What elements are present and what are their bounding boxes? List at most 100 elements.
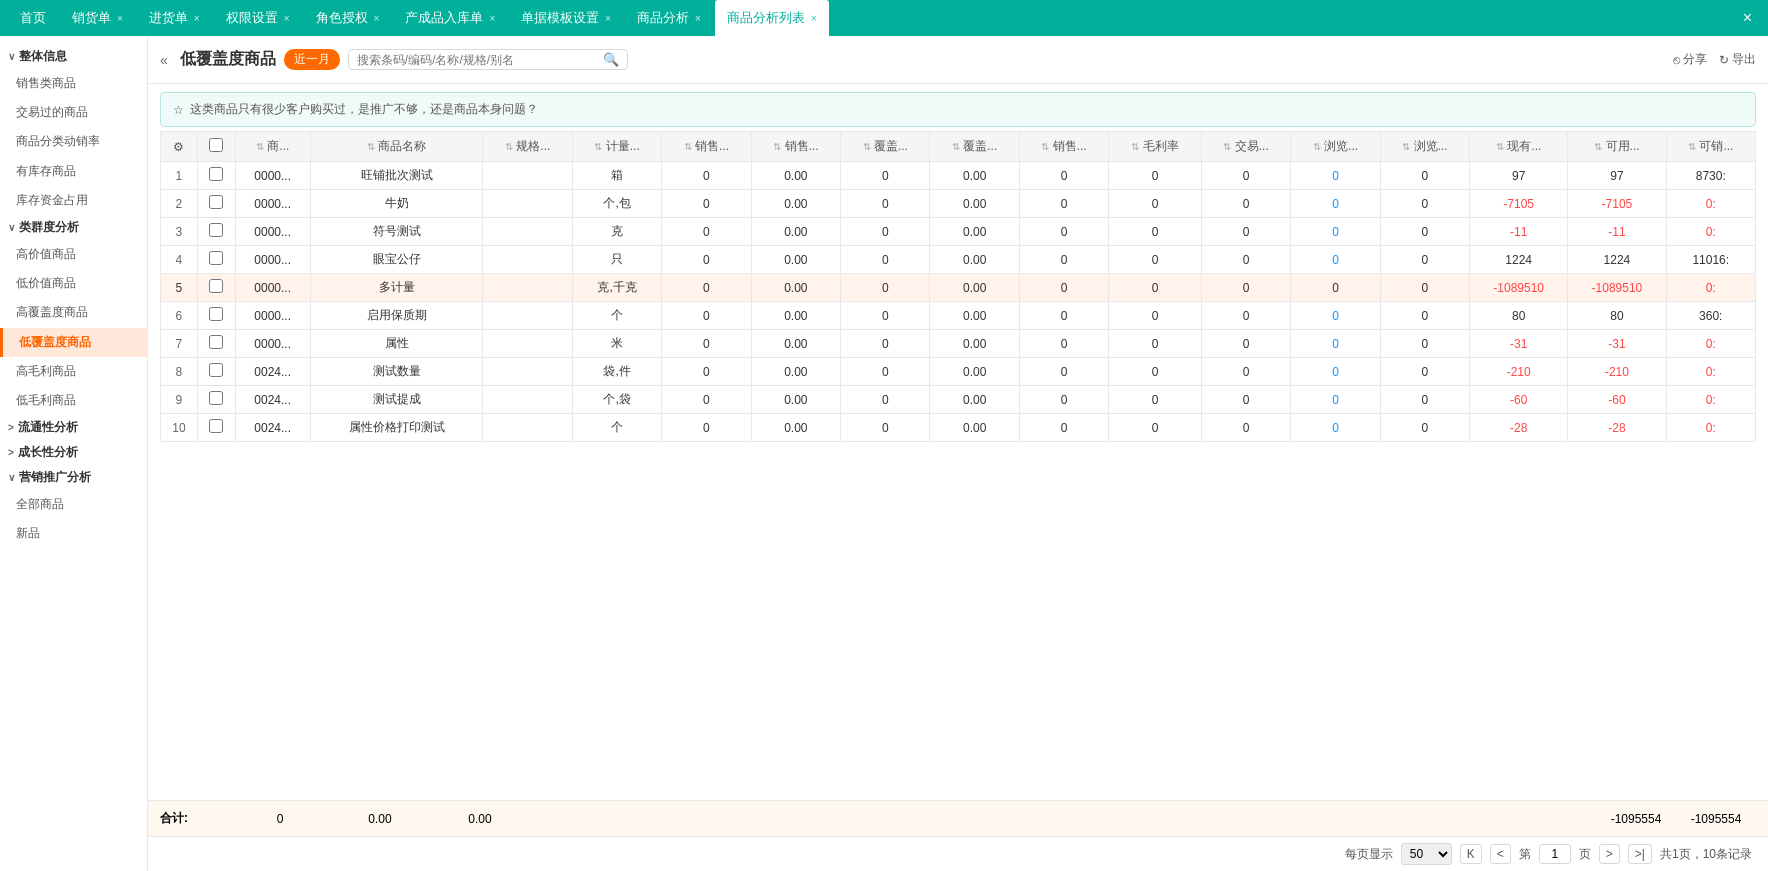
sidebar-item-全部商品[interactable]: 全部商品 xyxy=(0,490,147,519)
nav-tab-单据模板设置[interactable]: 单据模板设置× xyxy=(509,0,623,36)
sidebar-item-低毛利商品[interactable]: 低毛利商品 xyxy=(0,386,147,415)
row-checkbox[interactable] xyxy=(209,391,223,405)
period-button[interactable]: 近一月 xyxy=(284,49,340,70)
row-checkbox[interactable] xyxy=(209,167,223,181)
row-sellable: 0: xyxy=(1666,386,1755,414)
row-current-stock: -28 xyxy=(1470,414,1568,442)
row-trade: 0 xyxy=(1201,414,1290,442)
row-sales-qty: 0 xyxy=(662,414,751,442)
sidebar-item-低价值商品[interactable]: 低价值商品 xyxy=(0,269,147,298)
row-checkbox[interactable] xyxy=(209,419,223,433)
row-checkbox[interactable] xyxy=(197,414,235,442)
nav-tab-商品分析列表[interactable]: 商品分析列表× xyxy=(715,0,829,36)
row-unit: 个 xyxy=(572,302,661,330)
row-checkbox[interactable] xyxy=(209,279,223,293)
nav-tab-close-权限设置[interactable]: × xyxy=(284,13,290,24)
nav-tab-close-进货单[interactable]: × xyxy=(194,13,200,24)
nav-tab-close-角色授权[interactable]: × xyxy=(374,13,380,24)
row-current-stock: -210 xyxy=(1470,358,1568,386)
row-checkbox[interactable] xyxy=(209,335,223,349)
row-checkbox[interactable] xyxy=(197,162,235,190)
row-browse2: 0 xyxy=(1380,302,1469,330)
export-button[interactable]: ↻ 导出 xyxy=(1719,51,1756,68)
table-container[interactable]: ⚙⇅ 商...⇅ 商品名称⇅ 规格...⇅ 计量...⇅ 销售...⇅ 销售..… xyxy=(148,131,1768,800)
nav-tab-close-单据模板设置[interactable]: × xyxy=(605,13,611,24)
row-checkbox[interactable] xyxy=(197,358,235,386)
row-spec xyxy=(483,190,572,218)
row-sales-amt: 0.00 xyxy=(751,302,840,330)
row-checkbox[interactable] xyxy=(209,251,223,265)
nav-tab-权限设置[interactable]: 权限设置× xyxy=(214,0,302,36)
row-checkbox[interactable] xyxy=(197,302,235,330)
sidebar-section-0[interactable]: ∨整体信息 xyxy=(0,44,147,69)
row-num: 6 xyxy=(161,302,198,330)
row-current-stock: 97 xyxy=(1470,162,1568,190)
sidebar-item-库存资金占用[interactable]: 库存资金占用 xyxy=(0,186,147,215)
row-checkbox[interactable] xyxy=(197,190,235,218)
select-all-checkbox[interactable] xyxy=(209,138,223,152)
row-browse2: 0 xyxy=(1380,162,1469,190)
share-icon: ⎋ xyxy=(1673,53,1680,67)
nav-tab-close-销货单[interactable]: × xyxy=(117,13,123,24)
col-header-settings[interactable]: ⚙ xyxy=(161,132,198,162)
sidebar-section-1[interactable]: ∨类群度分析 xyxy=(0,215,147,240)
row-unit: 克 xyxy=(572,218,661,246)
row-checkbox[interactable] xyxy=(197,274,235,302)
per-page-select[interactable]: 2050100200 xyxy=(1401,843,1452,865)
row-code: 0000... xyxy=(235,274,310,302)
search-input[interactable] xyxy=(357,53,599,67)
nav-tab-产成品入库单[interactable]: 产成品入库单× xyxy=(393,0,507,36)
sidebar-item-有库存商品[interactable]: 有库存商品 xyxy=(0,157,147,186)
row-name: 眼宝公仔 xyxy=(310,246,483,274)
row-gross-margin: 0 xyxy=(1109,162,1202,190)
sidebar-item-商品分类动销率[interactable]: 商品分类动销率 xyxy=(0,127,147,156)
row-checkbox[interactable] xyxy=(209,307,223,321)
nav-tab-close-产成品入库单[interactable]: × xyxy=(489,13,495,24)
row-checkbox[interactable] xyxy=(197,246,235,274)
sidebar-item-高覆盖度商品[interactable]: 高覆盖度商品 xyxy=(0,298,147,327)
sidebar-item-低覆盖度商品[interactable]: 低覆盖度商品 xyxy=(0,328,147,357)
row-available: -210 xyxy=(1568,358,1666,386)
sidebar-section-label-3: 成长性分析 xyxy=(18,444,78,461)
row-coverage2: 0.00 xyxy=(930,162,1019,190)
row-sellable: 0: xyxy=(1666,330,1755,358)
nav-tab-close-商品分析列表[interactable]: × xyxy=(811,13,817,24)
row-checkbox[interactable] xyxy=(197,330,235,358)
row-checkbox[interactable] xyxy=(209,363,223,377)
sidebar-item-高价值商品[interactable]: 高价值商品 xyxy=(0,240,147,269)
row-trade: 0 xyxy=(1201,358,1290,386)
sidebar-item-销售类商品[interactable]: 销售类商品 xyxy=(0,69,147,98)
sidebar-item-交易过的商品[interactable]: 交易过的商品 xyxy=(0,98,147,127)
row-checkbox[interactable] xyxy=(209,223,223,237)
close-all-button[interactable]: × xyxy=(1735,9,1760,27)
next-page-button[interactable]: > xyxy=(1599,844,1620,864)
row-current-stock: -31 xyxy=(1470,330,1568,358)
row-code: 0024... xyxy=(235,414,310,442)
nav-tab-首页[interactable]: 首页 xyxy=(8,0,58,36)
col-header-trade: ⇅ 交易... xyxy=(1201,132,1290,162)
nav-tab-销货单[interactable]: 销货单× xyxy=(60,0,135,36)
sidebar-section-arrow-4: ∨ xyxy=(8,472,15,483)
current-page-input[interactable] xyxy=(1539,844,1571,864)
nav-tab-角色授权[interactable]: 角色授权× xyxy=(304,0,392,36)
nav-tab-商品分析[interactable]: 商品分析× xyxy=(625,0,713,36)
last-page-button[interactable]: >| xyxy=(1628,844,1652,864)
sidebar-section-4[interactable]: ∨营销推广分析 xyxy=(0,465,147,490)
sidebar-collapse-button[interactable]: « xyxy=(160,52,168,68)
nav-tab-进货单[interactable]: 进货单× xyxy=(137,0,212,36)
row-checkbox[interactable] xyxy=(197,218,235,246)
first-page-button[interactable]: K xyxy=(1460,844,1482,864)
sidebar-section-3[interactable]: >成长性分析 xyxy=(0,440,147,465)
sidebar-item-新品[interactable]: 新品 xyxy=(0,519,147,548)
nav-tab-close-商品分析[interactable]: × xyxy=(695,13,701,24)
row-available: 97 xyxy=(1568,162,1666,190)
row-available: 1224 xyxy=(1568,246,1666,274)
prev-page-button[interactable]: < xyxy=(1490,844,1511,864)
sort-icon-browse2: ⇅ xyxy=(1402,141,1410,152)
row-checkbox[interactable] xyxy=(209,195,223,209)
share-button[interactable]: ⎋ 分享 xyxy=(1673,51,1707,68)
row-sellable: 0: xyxy=(1666,414,1755,442)
sidebar-item-高毛利商品[interactable]: 高毛利商品 xyxy=(0,357,147,386)
row-checkbox[interactable] xyxy=(197,386,235,414)
sidebar-section-2[interactable]: >流通性分析 xyxy=(0,415,147,440)
